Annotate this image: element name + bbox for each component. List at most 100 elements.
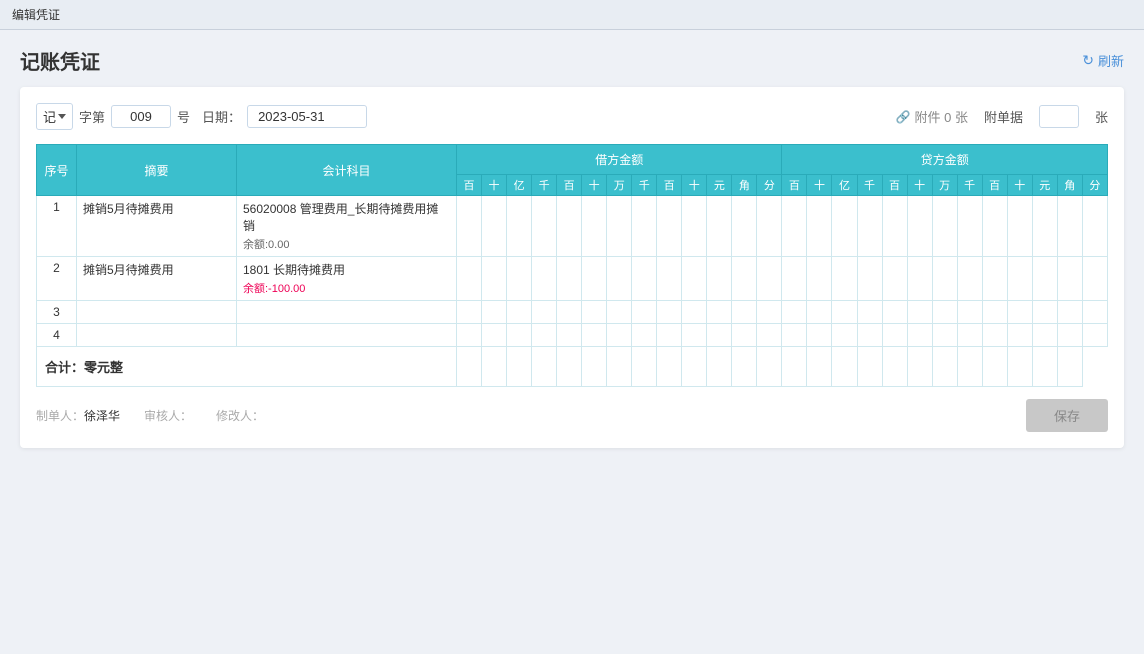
credit-cell-2-10[interactable] <box>1032 301 1057 324</box>
credit-cell-0-1[interactable] <box>807 196 832 257</box>
credit-cell-3-0[interactable] <box>782 324 807 347</box>
debit-cell-1-0[interactable] <box>457 257 482 301</box>
debit-cell-0-7[interactable] <box>632 196 657 257</box>
credit-cell-0-9[interactable] <box>1007 196 1032 257</box>
debit-cell-3-10[interactable] <box>707 324 732 347</box>
debit-cell-0-12[interactable] <box>757 196 782 257</box>
credit-cell-2-7[interactable] <box>957 301 982 324</box>
credit-cell-3-1[interactable] <box>807 324 832 347</box>
row-summary-2[interactable] <box>77 301 237 324</box>
credit-cell-3-3[interactable] <box>857 324 882 347</box>
debit-cell-2-9[interactable] <box>682 301 707 324</box>
credit-cell-2-5[interactable] <box>907 301 932 324</box>
credit-cell-0-7[interactable] <box>957 196 982 257</box>
debit-cell-1-9[interactable] <box>682 257 707 301</box>
debit-cell-2-0[interactable] <box>457 301 482 324</box>
debit-cell-3-1[interactable] <box>482 324 507 347</box>
credit-cell-1-5[interactable] <box>907 257 932 301</box>
row-summary-3[interactable] <box>77 324 237 347</box>
debit-cell-2-4[interactable] <box>557 301 582 324</box>
debit-cell-3-6[interactable] <box>607 324 632 347</box>
credit-cell-3-2[interactable] <box>832 324 857 347</box>
debit-cell-3-9[interactable] <box>682 324 707 347</box>
debit-cell-3-7[interactable] <box>632 324 657 347</box>
debit-cell-0-3[interactable] <box>532 196 557 257</box>
debit-cell-2-2[interactable] <box>507 301 532 324</box>
credit-cell-2-9[interactable] <box>1007 301 1032 324</box>
credit-cell-2-2[interactable] <box>832 301 857 324</box>
credit-cell-1-2[interactable] <box>832 257 857 301</box>
debit-cell-1-7[interactable] <box>632 257 657 301</box>
zhang-input[interactable] <box>1039 105 1079 128</box>
debit-cell-3-0[interactable] <box>457 324 482 347</box>
date-input[interactable] <box>247 105 367 128</box>
credit-cell-3-5[interactable] <box>907 324 932 347</box>
table-row[interactable]: 3 <box>37 301 1108 324</box>
credit-cell-0-0[interactable] <box>782 196 807 257</box>
refresh-button[interactable]: ↻ 刷新 <box>1082 51 1124 70</box>
debit-cell-3-8[interactable] <box>657 324 682 347</box>
debit-cell-3-12[interactable] <box>757 324 782 347</box>
credit-cell-1-4[interactable] <box>882 257 907 301</box>
credit-cell-0-11[interactable] <box>1057 196 1082 257</box>
credit-cell-1-3[interactable] <box>857 257 882 301</box>
credit-cell-0-6[interactable] <box>932 196 957 257</box>
row-summary-1[interactable]: 摊销5月待摊费用 <box>77 257 237 301</box>
credit-cell-3-8[interactable] <box>982 324 1007 347</box>
debit-cell-2-5[interactable] <box>582 301 607 324</box>
debit-cell-3-2[interactable] <box>507 324 532 347</box>
debit-cell-1-8[interactable] <box>657 257 682 301</box>
credit-cell-3-10[interactable] <box>1032 324 1057 347</box>
debit-cell-2-12[interactable] <box>757 301 782 324</box>
row-account-3[interactable] <box>237 324 457 347</box>
debit-cell-0-10[interactable] <box>707 196 732 257</box>
debit-cell-2-1[interactable] <box>482 301 507 324</box>
debit-cell-2-10[interactable] <box>707 301 732 324</box>
debit-cell-0-5[interactable] <box>582 196 607 257</box>
debit-cell-0-9[interactable] <box>682 196 707 257</box>
credit-cell-1-10[interactable] <box>1032 257 1057 301</box>
credit-cell-1-12[interactable] <box>1082 257 1107 301</box>
credit-cell-3-12[interactable] <box>1082 324 1107 347</box>
debit-cell-1-11[interactable] <box>732 257 757 301</box>
credit-cell-1-0[interactable] <box>782 257 807 301</box>
table-row[interactable]: 2摊销5月待摊费用1801 长期待摊费用余额:-100.00 <box>37 257 1108 301</box>
row-summary-0[interactable]: 摊销5月待摊费用 <box>77 196 237 257</box>
debit-cell-1-4[interactable] <box>557 257 582 301</box>
debit-cell-2-8[interactable] <box>657 301 682 324</box>
credit-cell-3-11[interactable] <box>1057 324 1082 347</box>
debit-cell-1-3[interactable] <box>532 257 557 301</box>
danju-label[interactable]: 附单据 <box>984 107 1023 126</box>
credit-cell-2-12[interactable] <box>1082 301 1107 324</box>
debit-cell-0-8[interactable] <box>657 196 682 257</box>
debit-cell-0-11[interactable] <box>732 196 757 257</box>
credit-cell-3-6[interactable] <box>932 324 957 347</box>
zidi-input[interactable] <box>111 105 171 128</box>
debit-cell-1-5[interactable] <box>582 257 607 301</box>
ji-select[interactable]: 记 <box>36 103 73 130</box>
save-button[interactable]: 保存 <box>1026 399 1108 432</box>
debit-cell-3-3[interactable] <box>532 324 557 347</box>
credit-cell-2-8[interactable] <box>982 301 1007 324</box>
debit-cell-1-6[interactable] <box>607 257 632 301</box>
credit-cell-1-1[interactable] <box>807 257 832 301</box>
credit-cell-1-11[interactable] <box>1057 257 1082 301</box>
credit-cell-2-6[interactable] <box>932 301 957 324</box>
debit-cell-3-11[interactable] <box>732 324 757 347</box>
row-account-1[interactable]: 1801 长期待摊费用余额:-100.00 <box>237 257 457 301</box>
credit-cell-0-5[interactable] <box>907 196 932 257</box>
credit-cell-2-0[interactable] <box>782 301 807 324</box>
credit-cell-1-6[interactable] <box>932 257 957 301</box>
debit-cell-3-5[interactable] <box>582 324 607 347</box>
credit-cell-3-7[interactable] <box>957 324 982 347</box>
table-row[interactable]: 4 <box>37 324 1108 347</box>
credit-cell-0-4[interactable] <box>882 196 907 257</box>
table-row[interactable]: 1摊销5月待摊费用56020008 管理费用_长期待摊费用摊销余额:0.00 <box>37 196 1108 257</box>
credit-cell-0-10[interactable] <box>1032 196 1057 257</box>
credit-cell-2-4[interactable] <box>882 301 907 324</box>
debit-cell-2-6[interactable] <box>607 301 632 324</box>
credit-cell-2-11[interactable] <box>1057 301 1082 324</box>
debit-cell-0-2[interactable] <box>507 196 532 257</box>
credit-cell-1-9[interactable] <box>1007 257 1032 301</box>
debit-cell-2-3[interactable] <box>532 301 557 324</box>
